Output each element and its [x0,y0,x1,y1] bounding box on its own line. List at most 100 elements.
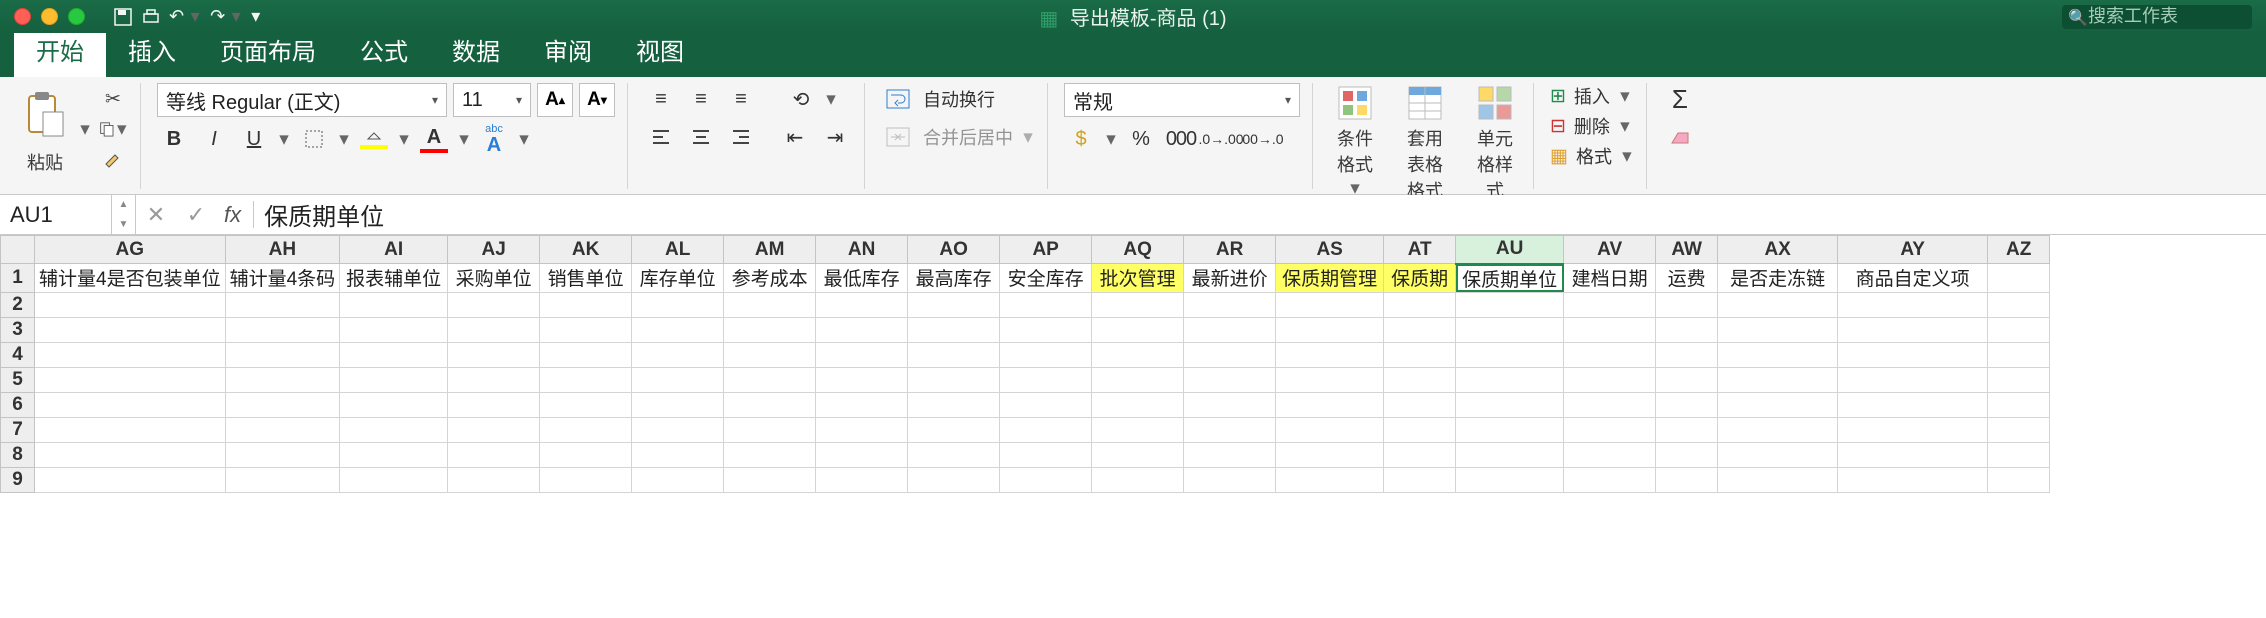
cell[interactable] [1564,442,1656,467]
cell[interactable] [225,342,340,367]
cell[interactable] [1276,317,1384,342]
cancel-formula-button[interactable]: ✕ [136,202,176,228]
select-all-corner[interactable] [1,236,35,264]
cell[interactable] [35,442,226,467]
cut-button[interactable]: ✂ [98,86,128,112]
cell[interactable] [540,392,632,417]
cell[interactable] [540,317,632,342]
cell[interactable]: 安全库存 [1000,264,1092,293]
cell[interactable] [340,317,448,342]
cell[interactable] [1000,292,1092,317]
cell[interactable] [225,467,340,492]
cell[interactable] [1988,442,2050,467]
cell[interactable] [1092,317,1184,342]
cell[interactable]: 辅计量4条码 [225,264,340,293]
increase-decimal-button[interactable]: .0→.00 [1204,123,1238,155]
cell[interactable]: 保质期 [1384,264,1456,293]
cell[interactable] [908,367,1000,392]
row-header[interactable]: 8 [1,442,35,467]
tab-formulas[interactable]: 公式 [338,26,430,77]
cell[interactable] [1988,264,2050,293]
cell[interactable] [225,442,340,467]
row-header[interactable]: 9 [1,467,35,492]
cell[interactable] [1456,367,1564,392]
font-name-select[interactable]: 等线 Regular (正文)▾ [157,83,447,117]
cell[interactable] [1656,417,1718,442]
cell[interactable] [1656,342,1718,367]
zoom-window-button[interactable] [68,8,85,25]
bold-button[interactable]: B [157,123,191,155]
align-bottom-button[interactable]: ≡ [724,83,758,115]
cell[interactable]: 是否走冻链 [1718,264,1838,293]
cell[interactable] [1092,342,1184,367]
spreadsheet-grid[interactable]: AGAHAIAJAKALAMANAOAPAQARASATAUAVAWAXAYAZ… [0,235,2266,493]
cell[interactable] [1000,417,1092,442]
cell[interactable] [540,417,632,442]
name-box[interactable]: AU1 [0,195,112,234]
print-icon[interactable] [141,7,161,27]
cell[interactable] [1564,317,1656,342]
cell[interactable] [340,292,448,317]
cell[interactable] [1276,342,1384,367]
cell[interactable] [1656,467,1718,492]
cell[interactable] [1000,342,1092,367]
number-format-select[interactable]: 常规▾ [1064,83,1300,117]
format-painter-button[interactable] [98,146,128,172]
cell[interactable] [724,392,816,417]
cell[interactable] [35,367,226,392]
phonetic-dropdown[interactable]: ▾ [517,128,531,151]
cell[interactable] [1184,442,1276,467]
cell[interactable] [1564,342,1656,367]
font-size-select[interactable]: 11▾ [453,83,531,117]
row-header[interactable]: 1 [1,264,35,293]
cell[interactable] [816,392,908,417]
cell[interactable] [816,342,908,367]
minimize-window-button[interactable] [41,8,58,25]
cell[interactable] [540,367,632,392]
cell[interactable] [448,292,540,317]
cell[interactable] [1988,317,2050,342]
cell[interactable] [1092,392,1184,417]
cell[interactable] [225,392,340,417]
row-header[interactable]: 4 [1,342,35,367]
cell[interactable]: 商品自定义项 [1838,264,1988,293]
tab-data[interactable]: 数据 [430,26,522,77]
cell[interactable] [724,342,816,367]
cell[interactable] [1456,392,1564,417]
currency-button[interactable]: $ [1064,123,1098,155]
align-left-button[interactable] [644,121,678,153]
cell[interactable] [1564,367,1656,392]
cell[interactable]: 库存单位 [632,264,724,293]
undo-button[interactable]: ↶▾ [169,6,202,27]
cell[interactable] [35,292,226,317]
cell[interactable] [340,392,448,417]
cell[interactable] [1384,442,1456,467]
cell[interactable] [1000,317,1092,342]
delete-cells-dropdown[interactable]: ▾ [1618,115,1632,138]
align-right-button[interactable] [724,121,758,153]
format-cells-button[interactable]: 格式 [1576,143,1612,169]
copy-button[interactable]: ▾ [98,116,128,142]
cell[interactable] [448,317,540,342]
autosum-button[interactable]: Σ [1663,83,1697,115]
cell[interactable] [1718,367,1838,392]
cell[interactable] [1838,317,1988,342]
cell[interactable] [1184,392,1276,417]
cell[interactable]: 最低库存 [816,264,908,293]
cell[interactable] [448,467,540,492]
row-header[interactable]: 6 [1,392,35,417]
cell[interactable] [1384,317,1456,342]
cell[interactable] [632,392,724,417]
align-center-button[interactable] [684,121,718,153]
decrease-indent-button[interactable]: ⇤ [778,121,812,153]
cell[interactable] [1564,392,1656,417]
font-color-button[interactable]: A [417,123,451,155]
cell[interactable] [1184,467,1276,492]
cell[interactable] [1276,392,1384,417]
cell[interactable] [540,292,632,317]
fill-color-button[interactable] [357,123,391,155]
search-input[interactable] [2062,5,2252,29]
cell[interactable] [724,367,816,392]
cell[interactable] [1384,342,1456,367]
cell[interactable] [340,442,448,467]
